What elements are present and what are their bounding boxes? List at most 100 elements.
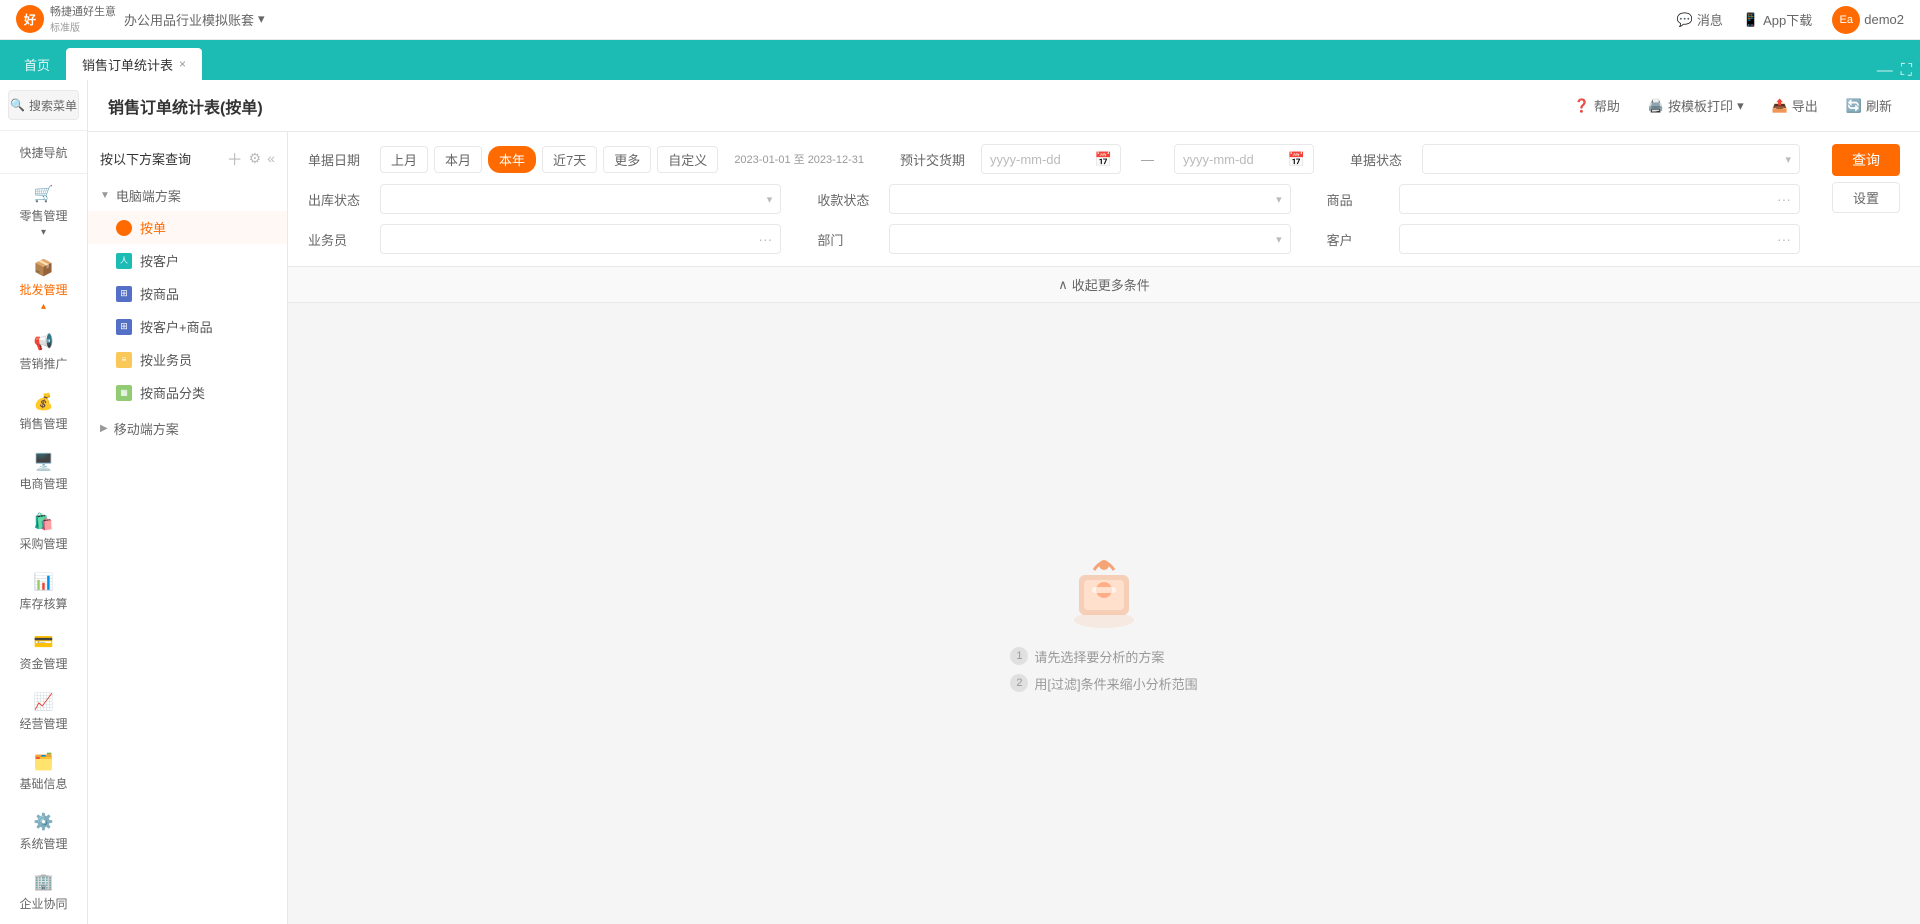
sidebar-item-system[interactable]: ⚙️ 系统管理 bbox=[0, 802, 87, 862]
refresh-button[interactable]: 🔄 刷新 bbox=[1838, 92, 1900, 119]
sidebar-item-ecommerce[interactable]: 🖥️ 电商管理 bbox=[0, 442, 87, 502]
ship-status-select[interactable]: ▾ bbox=[380, 184, 781, 214]
settings-button[interactable]: 设置 bbox=[1832, 182, 1900, 213]
maximize-icon[interactable]: ⛶ bbox=[1901, 62, 1912, 80]
tab-active[interactable]: 销售订单统计表 × bbox=[66, 48, 202, 80]
print-icon: 🖨️ bbox=[1648, 98, 1664, 114]
minimize-icon[interactable]: — bbox=[1877, 62, 1893, 80]
customer-label: 客户 bbox=[1327, 230, 1383, 249]
quick-nav-button[interactable]: 快捷导航 bbox=[0, 137, 87, 167]
scheme-item-icon-product: ⊞ bbox=[116, 286, 132, 302]
product-label: 商品 bbox=[1327, 190, 1383, 209]
chevron-up-icon: ▴ bbox=[41, 301, 46, 312]
add-scheme-icon[interactable]: ＋ bbox=[227, 146, 243, 170]
search-menu-label: 搜索菜单 bbox=[29, 97, 77, 114]
department-select[interactable]: ▾ bbox=[889, 224, 1290, 254]
help-icon: ❓ bbox=[1574, 98, 1590, 114]
refresh-label: 刷新 bbox=[1866, 96, 1892, 115]
sidebar-item-basic[interactable]: 🗂️ 基础信息 bbox=[0, 742, 87, 802]
custom-btn[interactable]: 自定义 bbox=[657, 146, 718, 173]
collapse-scheme-icon[interactable]: « bbox=[267, 150, 275, 166]
sidebar-item-label: 基础信息 bbox=[19, 775, 67, 792]
filter-row-3: 业务员 ··· 部门 ▾ 客户 bbox=[308, 224, 1800, 254]
date-separator: — bbox=[1141, 152, 1154, 167]
scheme-item-by-product[interactable]: ⊞ 按商品 bbox=[88, 277, 287, 310]
sidebar-item-inventory[interactable]: 📊 库存核算 bbox=[0, 562, 87, 622]
retail-icon: 🛒 bbox=[34, 184, 54, 204]
scheme-group-header-pc[interactable]: ▼ 电脑端方案 bbox=[88, 180, 287, 211]
sidebar-item-operations[interactable]: 📈 经营管理 bbox=[0, 682, 87, 742]
delivery-date-end[interactable]: yyyy-mm-dd 📅 bbox=[1174, 144, 1314, 174]
sidebar-item-retail[interactable]: 🛒 零售管理 ▾ bbox=[0, 174, 87, 248]
sidebar-item-enterprise[interactable]: 🏢 企业协同 bbox=[0, 862, 87, 922]
messages-button[interactable]: 💬 消息 bbox=[1677, 10, 1723, 29]
scheme-item-label: 按业务员 bbox=[140, 350, 192, 369]
salesman-more-icon[interactable]: ··· bbox=[758, 231, 772, 247]
sidebar-item-label: 经营管理 bbox=[19, 715, 67, 732]
print-button[interactable]: 🖨️ 按模板打印 ▾ bbox=[1640, 92, 1752, 119]
pay-status-select[interactable]: ▾ bbox=[889, 184, 1290, 214]
tab-home[interactable]: 首页 bbox=[8, 48, 66, 80]
this-year-btn[interactable]: 本年 bbox=[488, 146, 536, 173]
settings-scheme-icon[interactable]: ⚙ bbox=[249, 150, 262, 167]
help-button[interactable]: ❓ 帮助 bbox=[1566, 92, 1628, 119]
logo-sub: 标准版 bbox=[50, 19, 116, 34]
scheme-item-by-customer[interactable]: 人 按客户 bbox=[88, 244, 287, 277]
scheme-item-icon-order bbox=[116, 220, 132, 236]
collapse-row[interactable]: ∧ 收起更多条件 bbox=[288, 267, 1920, 303]
tab-close-icon[interactable]: × bbox=[179, 57, 186, 71]
calendar-end-icon: 📅 bbox=[1288, 151, 1305, 168]
scheme-item-by-order[interactable]: 按单 bbox=[88, 211, 287, 244]
doc-status-select[interactable]: ▾ bbox=[1422, 144, 1800, 174]
company-name: 办公用品行业模拟账套 bbox=[124, 10, 254, 29]
company-select[interactable]: 办公用品行业模拟账套 ▾ bbox=[124, 10, 265, 29]
quick-nav-label: 快捷导航 bbox=[19, 144, 67, 161]
product-select[interactable]: ··· bbox=[1399, 184, 1800, 214]
page-actions: ❓ 帮助 🖨️ 按模板打印 ▾ 📤 导出 🔄 刷新 bbox=[1566, 92, 1900, 119]
salesman-select[interactable]: ··· bbox=[380, 224, 781, 254]
scheme-item-by-salesman[interactable]: ≡ 按业务员 bbox=[88, 343, 287, 376]
chevron-down-icon: ▾ bbox=[41, 227, 46, 238]
user-area[interactable]: Ea demo2 bbox=[1832, 6, 1904, 34]
chevron-right-icon: ▶ bbox=[100, 423, 108, 434]
this-month-btn[interactable]: 本月 bbox=[434, 146, 482, 173]
hint-text-1: 请先选择要分析的方案 bbox=[1034, 647, 1164, 666]
app-download-button[interactable]: 📱 App下载 bbox=[1743, 10, 1812, 29]
sidebar-item-label: 企业协同 bbox=[19, 895, 67, 912]
scheme-item-by-cust-prod[interactable]: ⊞ 按客户+商品 bbox=[88, 310, 287, 343]
sidebar-item-finance[interactable]: 💳 资金管理 bbox=[0, 622, 87, 682]
scheme-item-label: 按单 bbox=[140, 218, 166, 237]
export-icon: 📤 bbox=[1772, 98, 1788, 114]
scheme-item-by-category[interactable]: ▦ 按商品分类 bbox=[88, 376, 287, 409]
sidebar-item-sales[interactable]: 💰 销售管理 bbox=[0, 382, 87, 442]
sidebar-item-wholesale[interactable]: 📦 批发管理 ▴ bbox=[0, 248, 87, 322]
sidebar-item-purchase[interactable]: 🛍️ 采购管理 bbox=[0, 502, 87, 562]
more-options-icon[interactable]: ··· bbox=[1777, 191, 1791, 207]
sidebar-item-marketing[interactable]: 📢 营销推广 bbox=[0, 322, 87, 382]
date-range-display: 2023-01-01 至 2023-12-31 bbox=[734, 151, 864, 167]
export-button[interactable]: 📤 导出 bbox=[1764, 92, 1826, 119]
customer-more-icon[interactable]: ··· bbox=[1777, 231, 1791, 247]
help-label: 帮助 bbox=[1594, 96, 1620, 115]
date-quick-buttons: 上月 本月 本年 近7天 更多 自定义 bbox=[380, 146, 718, 173]
more-btn[interactable]: 更多 bbox=[603, 146, 651, 173]
customer-select[interactable]: ··· bbox=[1399, 224, 1800, 254]
chevron-down-icon: ▾ bbox=[1785, 153, 1791, 166]
doc-status-label: 单据状态 bbox=[1350, 150, 1406, 169]
search-menu-button[interactable]: 🔍 搜索菜单 bbox=[8, 90, 79, 120]
chevron-down-icon: ▾ bbox=[1276, 233, 1282, 246]
scheme-item-label: 按商品 bbox=[140, 284, 179, 303]
app-download-label: App下载 bbox=[1763, 10, 1812, 29]
sidebar-item-label: 电商管理 bbox=[19, 475, 67, 492]
sidebar: 🔍 搜索菜单 快捷导航 🛒 零售管理 ▾ 📦 批发管理 ▴ 📢 营销推广 bbox=[0, 80, 88, 924]
page-title: 销售订单统计表(按单) bbox=[108, 94, 263, 118]
message-icon: 💬 bbox=[1677, 12, 1693, 28]
logo-text: 畅捷通好生意 bbox=[50, 5, 116, 19]
delivery-date-start[interactable]: yyyy-mm-dd 📅 bbox=[981, 144, 1121, 174]
last7-btn[interactable]: 近7天 bbox=[542, 146, 597, 173]
query-button[interactable]: 查询 bbox=[1832, 144, 1900, 176]
last-month-btn[interactable]: 上月 bbox=[380, 146, 428, 173]
scheme-group-header-mobile[interactable]: ▶ 移动端方案 bbox=[88, 413, 287, 444]
collapse-up-icon: ∧ bbox=[1058, 277, 1068, 293]
hint-text-2: 用[过滤]条件来缩小分析范围 bbox=[1034, 674, 1197, 693]
